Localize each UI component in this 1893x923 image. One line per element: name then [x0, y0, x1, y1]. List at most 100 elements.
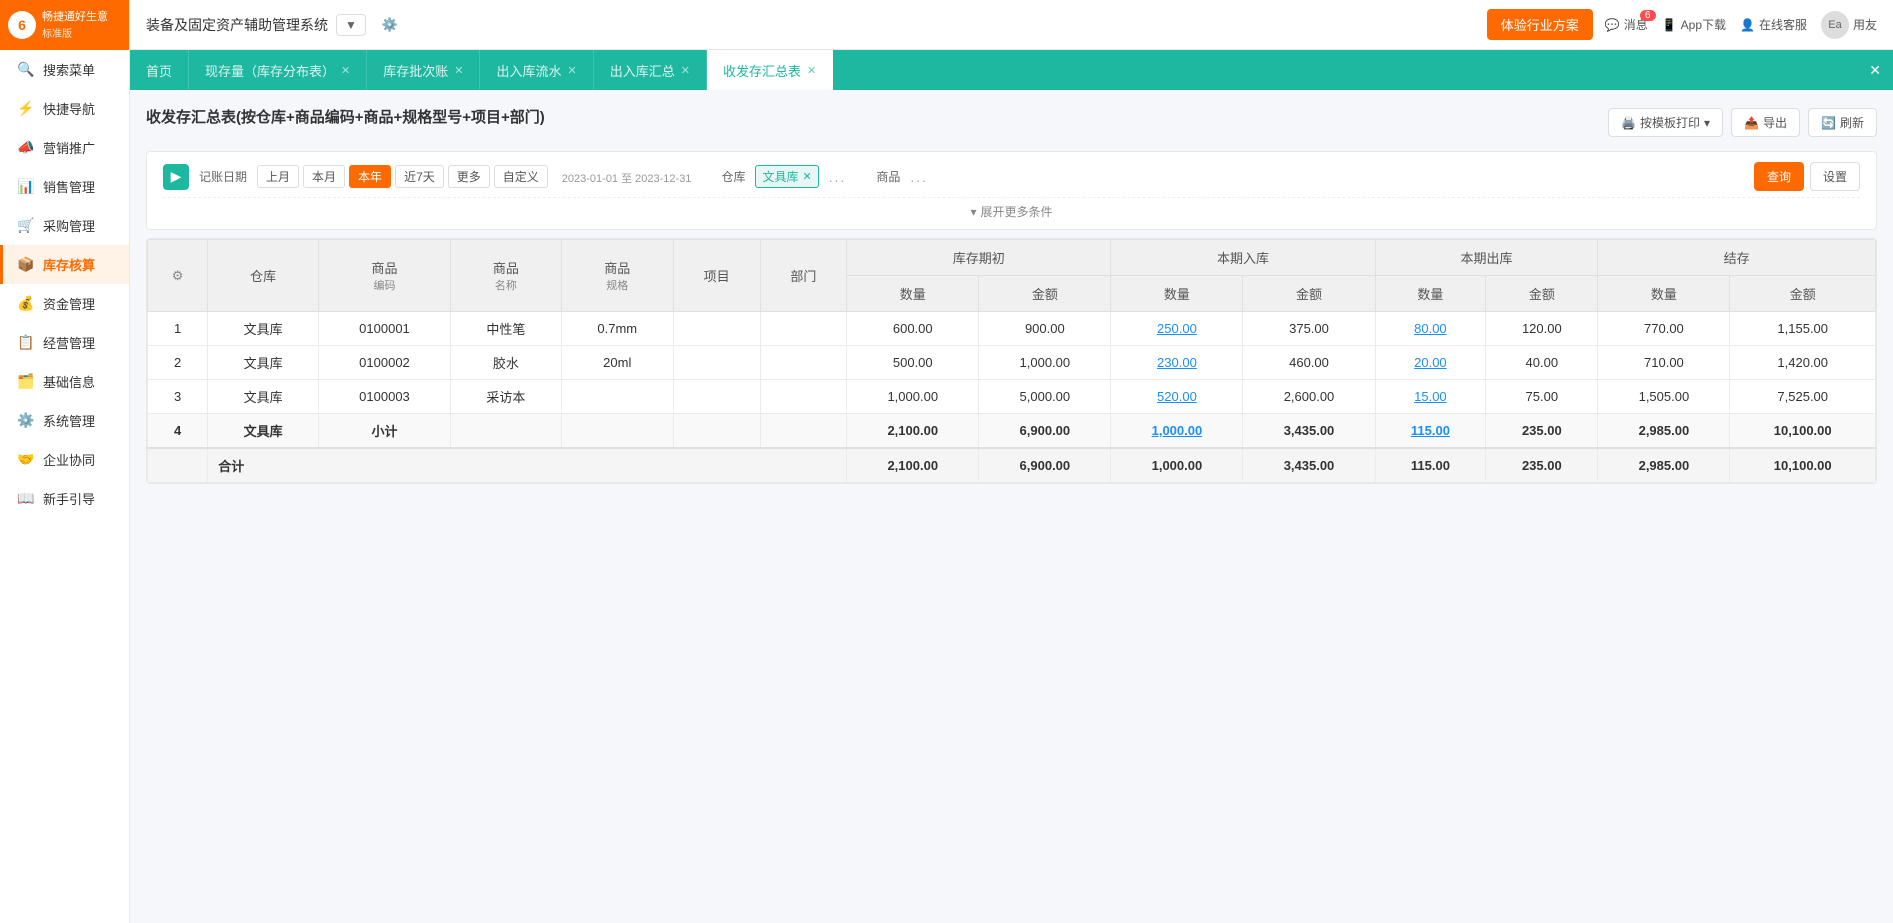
- tab-close-icon[interactable]: ✕: [454, 64, 463, 77]
- subtotal-out-qty-link[interactable]: 115.00: [1411, 423, 1450, 438]
- th-out-qty: 数量: [1375, 276, 1486, 312]
- date-btn-custom[interactable]: 自定义: [494, 165, 548, 188]
- tab-batch-ledger[interactable]: 库存批次账 ✕: [367, 50, 480, 90]
- th-department: 部门: [760, 240, 847, 312]
- out-qty-link[interactable]: 20.00: [1414, 355, 1447, 370]
- cell-seq: 3: [148, 380, 208, 414]
- date-btn-this-year[interactable]: 本年: [349, 165, 391, 188]
- export-button[interactable]: 📤 导出: [1731, 108, 1800, 137]
- top-right-buttons: 🖨️ 按模板打印 ▾ 📤 导出 🔄 刷新: [1608, 108, 1877, 137]
- warehouse-more-dots[interactable]: ...: [829, 169, 847, 185]
- folder-icon: 🗂️: [17, 373, 35, 390]
- cell-out-qty[interactable]: 20.00: [1375, 346, 1486, 380]
- cell-subtotal-in-qty[interactable]: 1,000.00: [1111, 414, 1243, 449]
- app-download-button[interactable]: 📱 App下载: [1662, 16, 1726, 33]
- tab-bar-close-button[interactable]: ✕: [1857, 62, 1893, 79]
- chevron-down-icon: ▾: [1704, 116, 1710, 130]
- cell-product-name: 中性笔: [451, 312, 562, 346]
- cart-icon: 🛒: [17, 217, 35, 234]
- sidebar-item-label: 快捷导航: [43, 99, 95, 118]
- tab-inventory-distribution[interactable]: 现存量（库存分布表） ✕: [189, 50, 367, 90]
- tab-home[interactable]: 首页: [130, 50, 189, 90]
- print-label: 按模板打印: [1640, 114, 1700, 131]
- cell-total-closing-qty: 2,985.00: [1598, 448, 1730, 483]
- print-template-button[interactable]: 🖨️ 按模板打印 ▾: [1608, 108, 1723, 137]
- cell-total-out-qty: 115.00: [1375, 448, 1486, 483]
- in-qty-link[interactable]: 520.00: [1157, 389, 1197, 404]
- cell-in-amount: 2,600.00: [1243, 380, 1375, 414]
- in-qty-link[interactable]: 230.00: [1157, 355, 1197, 370]
- table-gear-icon[interactable]: ⚙: [172, 268, 184, 283]
- tab-inout-summary[interactable]: 出入库汇总 ✕: [594, 50, 707, 90]
- tab-close-icon[interactable]: ✕: [341, 64, 350, 77]
- sidebar-item-basics[interactable]: 🗂️ 基础信息: [0, 362, 129, 401]
- message-button[interactable]: 💬 消息 6: [1605, 16, 1648, 33]
- sidebar-item-sales[interactable]: 📊 销售管理: [0, 167, 129, 206]
- cell-subtotal-label: 小计: [318, 414, 450, 449]
- cell-subtotal-out-qty[interactable]: 115.00: [1375, 414, 1486, 449]
- cell-out-amount: 120.00: [1486, 312, 1598, 346]
- user-menu[interactable]: Ea 用友: [1821, 11, 1877, 39]
- app-logo: 6 畅捷通好生意 标准版: [0, 0, 129, 50]
- cell-project: [673, 312, 760, 346]
- table-row: 3 文具库 0100003 采访本 1,000.00 5,000.00 520.…: [148, 380, 1876, 414]
- cell-in-qty[interactable]: 230.00: [1111, 346, 1243, 380]
- cell-in-qty[interactable]: 250.00: [1111, 312, 1243, 346]
- tab-label: 出入库汇总: [610, 61, 675, 80]
- refresh-button[interactable]: 🔄 刷新: [1808, 108, 1877, 137]
- cell-subtotal-warehouse: 文具库: [208, 414, 319, 449]
- system-dropdown[interactable]: ▼: [336, 14, 366, 36]
- settings-icon-header[interactable]: ⚙️: [382, 17, 398, 33]
- try-solution-button[interactable]: 体验行业方案: [1487, 9, 1593, 40]
- sidebar-item-label: 销售管理: [43, 177, 95, 196]
- cell-total-in-qty: 1,000.00: [1111, 448, 1243, 483]
- tab-inout-flow[interactable]: 出入库流水 ✕: [480, 50, 593, 90]
- cell-out-qty[interactable]: 80.00: [1375, 312, 1486, 346]
- th-out-amount: 金额: [1486, 276, 1598, 312]
- sidebar-item-quicknav[interactable]: ⚡ 快捷导航: [0, 89, 129, 128]
- th-settings[interactable]: ⚙: [148, 240, 208, 312]
- expand-label: 展开更多条件: [981, 203, 1053, 220]
- printer-icon: 🖨️: [1621, 116, 1636, 130]
- tab-close-icon[interactable]: ✕: [807, 64, 816, 77]
- goods-more-dots[interactable]: ...: [910, 169, 928, 185]
- subtotal-in-qty-link[interactable]: 1,000.00: [1152, 423, 1203, 438]
- cell-subtotal-empty1: [451, 414, 562, 449]
- warehouse-tag: 文具库 ✕: [755, 165, 818, 188]
- query-button[interactable]: 查询: [1754, 162, 1804, 191]
- tab-label: 首页: [146, 61, 172, 80]
- page-title: 收发存汇总表(按仓库+商品编码+商品+规格型号+项目+部门): [146, 106, 545, 127]
- th-product-spec: 商品规格: [561, 240, 673, 312]
- tab-close-icon[interactable]: ✕: [681, 64, 690, 77]
- date-btn-more[interactable]: 更多: [448, 165, 490, 188]
- online-service-button[interactable]: 👤 在线客服: [1740, 16, 1807, 33]
- cell-out-qty[interactable]: 15.00: [1375, 380, 1486, 414]
- cell-product-code: 0100002: [318, 346, 450, 380]
- sidebar-item-guide[interactable]: 📖 新手引导: [0, 479, 129, 518]
- out-qty-link[interactable]: 80.00: [1414, 321, 1447, 336]
- sidebar-item-marketing[interactable]: 📣 营销推广: [0, 128, 129, 167]
- tab-close-icon[interactable]: ✕: [568, 64, 577, 77]
- cell-subtotal-opening-amount: 6,900.00: [979, 414, 1111, 449]
- sidebar-item-collab[interactable]: 🤝 企业协同: [0, 440, 129, 479]
- expand-conditions-button[interactable]: ▾ 展开更多条件: [163, 197, 1860, 225]
- settings-button[interactable]: 设置: [1810, 162, 1860, 191]
- cell-closing-qty: 770.00: [1598, 312, 1730, 346]
- sidebar-item-purchase[interactable]: 🛒 采购管理: [0, 206, 129, 245]
- cell-out-amount: 40.00: [1486, 346, 1598, 380]
- in-qty-link[interactable]: 250.00: [1157, 321, 1197, 336]
- date-btn-this-month[interactable]: 本月: [303, 165, 345, 188]
- sidebar-item-assets[interactable]: 💰 资金管理: [0, 284, 129, 323]
- tab-stock-summary[interactable]: 收发存汇总表 ✕: [707, 50, 833, 90]
- warehouse-tag-close[interactable]: ✕: [802, 170, 811, 183]
- sidebar-item-search[interactable]: 🔍 搜索菜单: [0, 50, 129, 89]
- cell-in-qty[interactable]: 520.00: [1111, 380, 1243, 414]
- date-btn-7days[interactable]: 近7天: [395, 165, 444, 188]
- header-actions: 💬 消息 6 📱 App下载 👤 在线客服 Ea 用友: [1605, 11, 1877, 39]
- date-btn-last-month[interactable]: 上月: [257, 165, 299, 188]
- out-qty-link[interactable]: 15.00: [1414, 389, 1447, 404]
- sidebar-item-inventory[interactable]: 📦 库存核算: [0, 245, 129, 284]
- sidebar-item-operations[interactable]: 📋 经营管理: [0, 323, 129, 362]
- sidebar-item-system[interactable]: ⚙️ 系统管理: [0, 401, 129, 440]
- filter-toggle-button[interactable]: ▶: [163, 164, 189, 190]
